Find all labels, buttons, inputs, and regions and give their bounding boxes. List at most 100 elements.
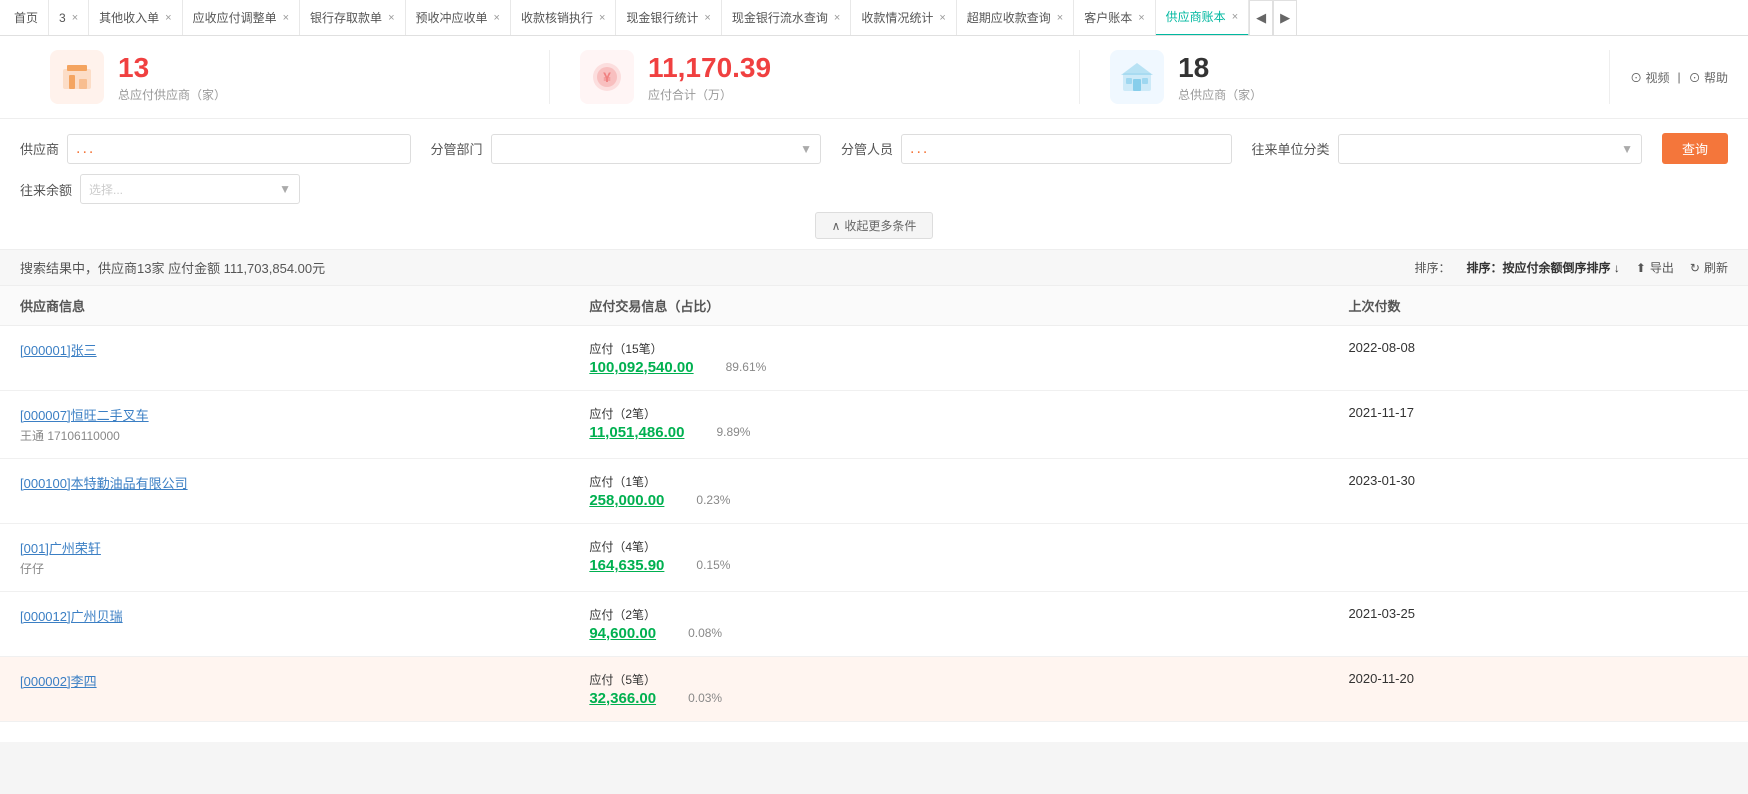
dept-filter-input[interactable]: ▼: [491, 134, 821, 164]
supplier-link-0[interactable]: [000001]张三: [20, 340, 589, 359]
last-pay-date-5: 2020-11-20: [1348, 671, 1414, 686]
close-icon[interactable]: ×: [704, 12, 710, 24]
nav-tab-supplier-ledger[interactable]: 供应商账本 ×: [1156, 0, 1249, 36]
nav-tab-cash-bank-flow-label: 现金银行流水查询: [732, 9, 828, 26]
refresh-label: 刷新: [1704, 259, 1728, 276]
supplier-info-cell-3: [001]广州荣轩 仔仔: [20, 538, 589, 577]
nav-tab-3[interactable]: 3 ×: [49, 0, 89, 36]
trans-info-cell-2: 应付（1笔） 258,000.00 0.23%: [589, 473, 1348, 509]
nav-tab-bank-deposit-label: 银行存取款单: [310, 9, 382, 26]
nav-tab-supplier-ledger-label: 供应商账本: [1166, 8, 1226, 25]
table-row: [000007]恒旺二手叉车 王通 17106110000 应付（2笔） 11,…: [0, 391, 1748, 459]
trans-amount-5[interactable]: 32,366.00: [589, 690, 656, 707]
trans-percent-5: 0.03%: [688, 691, 722, 705]
table-row: [000001]张三 应付（15笔） 100,092,540.00 89.61%…: [0, 326, 1748, 391]
close-icon[interactable]: ×: [494, 12, 500, 24]
close-icon[interactable]: ×: [388, 12, 394, 24]
close-icon[interactable]: ×: [1232, 11, 1238, 23]
trans-label-2: 应付（1笔）: [589, 473, 1348, 490]
sort-arrow-icon: ↓: [1614, 261, 1620, 275]
trans-label-3: 应付（4笔）: [589, 538, 1348, 555]
last-pay-date-4: 2021-03-25: [1348, 606, 1415, 621]
trans-percent-2: 0.23%: [696, 493, 730, 507]
nav-tab-other-income-label: 其他收入单: [99, 9, 159, 26]
filter-area: 供应商 ... 分管部门 ▼ 分管人员 ... 往来单位分类 ▼ 查询: [0, 119, 1748, 250]
trans-amount-1[interactable]: 11,051,486.00: [589, 424, 684, 441]
supplier-dots-icon: ...: [76, 140, 95, 158]
nav-tab-overdue[interactable]: 超期应收款查询 ×: [957, 0, 1074, 36]
nav-tab-bank-deposit[interactable]: 银行存取款单 ×: [300, 0, 405, 36]
nav-tab-cash-bank-flow[interactable]: 现金银行流水查询 ×: [722, 0, 851, 36]
close-icon[interactable]: ×: [834, 12, 840, 24]
supplier-link-1[interactable]: [000007]恒旺二手叉车: [20, 405, 589, 424]
dept-filter-label: 分管部门: [431, 139, 483, 158]
search-button[interactable]: 查询: [1662, 133, 1728, 164]
close-icon[interactable]: ×: [1057, 12, 1063, 24]
balance-filter-label: 往来余额: [20, 180, 72, 199]
help-question-icon: ⊙: [1689, 71, 1701, 85]
nav-tab-cash-bank-stats[interactable]: 现金银行统计 ×: [616, 0, 721, 36]
trans-amount-3[interactable]: 164,635.90: [589, 557, 664, 574]
supplier-info-cell-5: [000002]李四: [20, 671, 589, 690]
trans-label-5: 应付（5笔）: [589, 671, 1348, 688]
nav-tab-advance[interactable]: 预收冲应收单 ×: [406, 0, 511, 36]
col-header-supplier-info: 供应商信息: [20, 296, 589, 315]
nav-tab-advance-label: 预收冲应收单: [416, 9, 488, 26]
last-pay-date-0: 2022-08-08: [1348, 340, 1415, 355]
unit-class-filter-label: 往来单位分类: [1252, 139, 1330, 158]
table-row: [000002]李四 应付（5笔） 32,366.00 0.03% 2020-1…: [0, 657, 1748, 722]
video-link[interactable]: ⊙ 视频: [1630, 69, 1669, 86]
close-icon[interactable]: ×: [599, 12, 605, 24]
trans-amount-2[interactable]: 258,000.00: [589, 492, 664, 509]
supplier-icon: [50, 50, 104, 104]
close-icon[interactable]: ×: [939, 12, 945, 24]
sort-value[interactable]: 排序：按应付余额倒序排序 ↓: [1466, 259, 1619, 276]
supplier-link-4[interactable]: [000012]广州贝瑞: [20, 606, 589, 625]
supplier-link-5[interactable]: [000002]李四: [20, 671, 589, 690]
result-bar-right: 排序： 排序：按应付余额倒序排序 ↓ ⬆ 导出 ↻ 刷新: [1414, 259, 1728, 276]
sort-label: 排序：: [1414, 259, 1450, 276]
separator: |: [1678, 70, 1681, 84]
close-icon[interactable]: ×: [72, 12, 78, 24]
refresh-icon: ↻: [1690, 261, 1700, 275]
money-icon: ¥: [580, 50, 634, 104]
close-icon[interactable]: ×: [283, 12, 289, 24]
export-icon: ⬆: [1636, 261, 1646, 275]
close-icon[interactable]: ×: [165, 12, 171, 24]
person-filter-label: 分管人员: [841, 139, 893, 158]
balance-filter-input[interactable]: 选择... ▼: [80, 174, 300, 204]
dept-arrow-icon: ▼: [800, 142, 812, 156]
nav-tab-other-income[interactable]: 其他收入单 ×: [89, 0, 182, 36]
supplier-filter-input[interactable]: ...: [67, 134, 410, 164]
export-button[interactable]: ⬆ 导出: [1636, 259, 1674, 276]
table-header: 供应商信息 应付交易信息（占比） 上次付数: [0, 286, 1748, 326]
table-area: 供应商信息 应付交易信息（占比） 上次付数 [000001]张三 应付（15笔）…: [0, 286, 1748, 742]
help-link[interactable]: ⊙ 帮助: [1689, 69, 1728, 86]
collapse-button[interactable]: ∧ 收起更多条件: [815, 212, 934, 239]
nav-left-arrow[interactable]: ◀: [1249, 0, 1273, 36]
nav-right-arrow[interactable]: ▶: [1273, 0, 1297, 36]
filter-unit-class: 往来单位分类 ▼: [1252, 134, 1643, 164]
supplier-link-3[interactable]: [001]广州荣轩: [20, 538, 589, 557]
supplier-link-2[interactable]: [000100]本特勤油品有限公司: [20, 473, 589, 492]
trans-amount-4[interactable]: 94,600.00: [589, 625, 656, 642]
trans-label-1: 应付（2笔）: [589, 405, 1348, 422]
nav-tab-adjust[interactable]: 应收应付调整单 ×: [183, 0, 300, 36]
filter-row-2: 往来余额 选择... ▼: [20, 174, 1728, 204]
nav-tab-receipt-verify-label: 收款核销执行: [521, 9, 593, 26]
total-suppliers-count: 18: [1178, 51, 1262, 85]
person-filter-input[interactable]: ...: [901, 134, 1231, 164]
close-icon[interactable]: ×: [1138, 12, 1144, 24]
refresh-button[interactable]: ↻ 刷新: [1690, 259, 1728, 276]
help-label: 帮助: [1704, 71, 1728, 85]
nav-tab-receipt-verify[interactable]: 收款核销执行 ×: [511, 0, 616, 36]
nav-tab-receipt-stats[interactable]: 收款情况统计 ×: [851, 0, 956, 36]
trans-amount-0[interactable]: 100,092,540.00: [589, 359, 693, 376]
trans-percent-1: 9.89%: [716, 425, 750, 439]
unit-class-filter-input[interactable]: ▼: [1338, 134, 1642, 164]
filter-person: 分管人员 ...: [841, 134, 1232, 164]
nav-tab-customer-ledger[interactable]: 客户账本 ×: [1074, 0, 1155, 36]
nav-tab-home[interactable]: 首页: [4, 0, 49, 36]
supplier-sub-1: 王通 17106110000: [20, 427, 589, 444]
col-header-last-pay: 上次付数: [1348, 296, 1728, 315]
